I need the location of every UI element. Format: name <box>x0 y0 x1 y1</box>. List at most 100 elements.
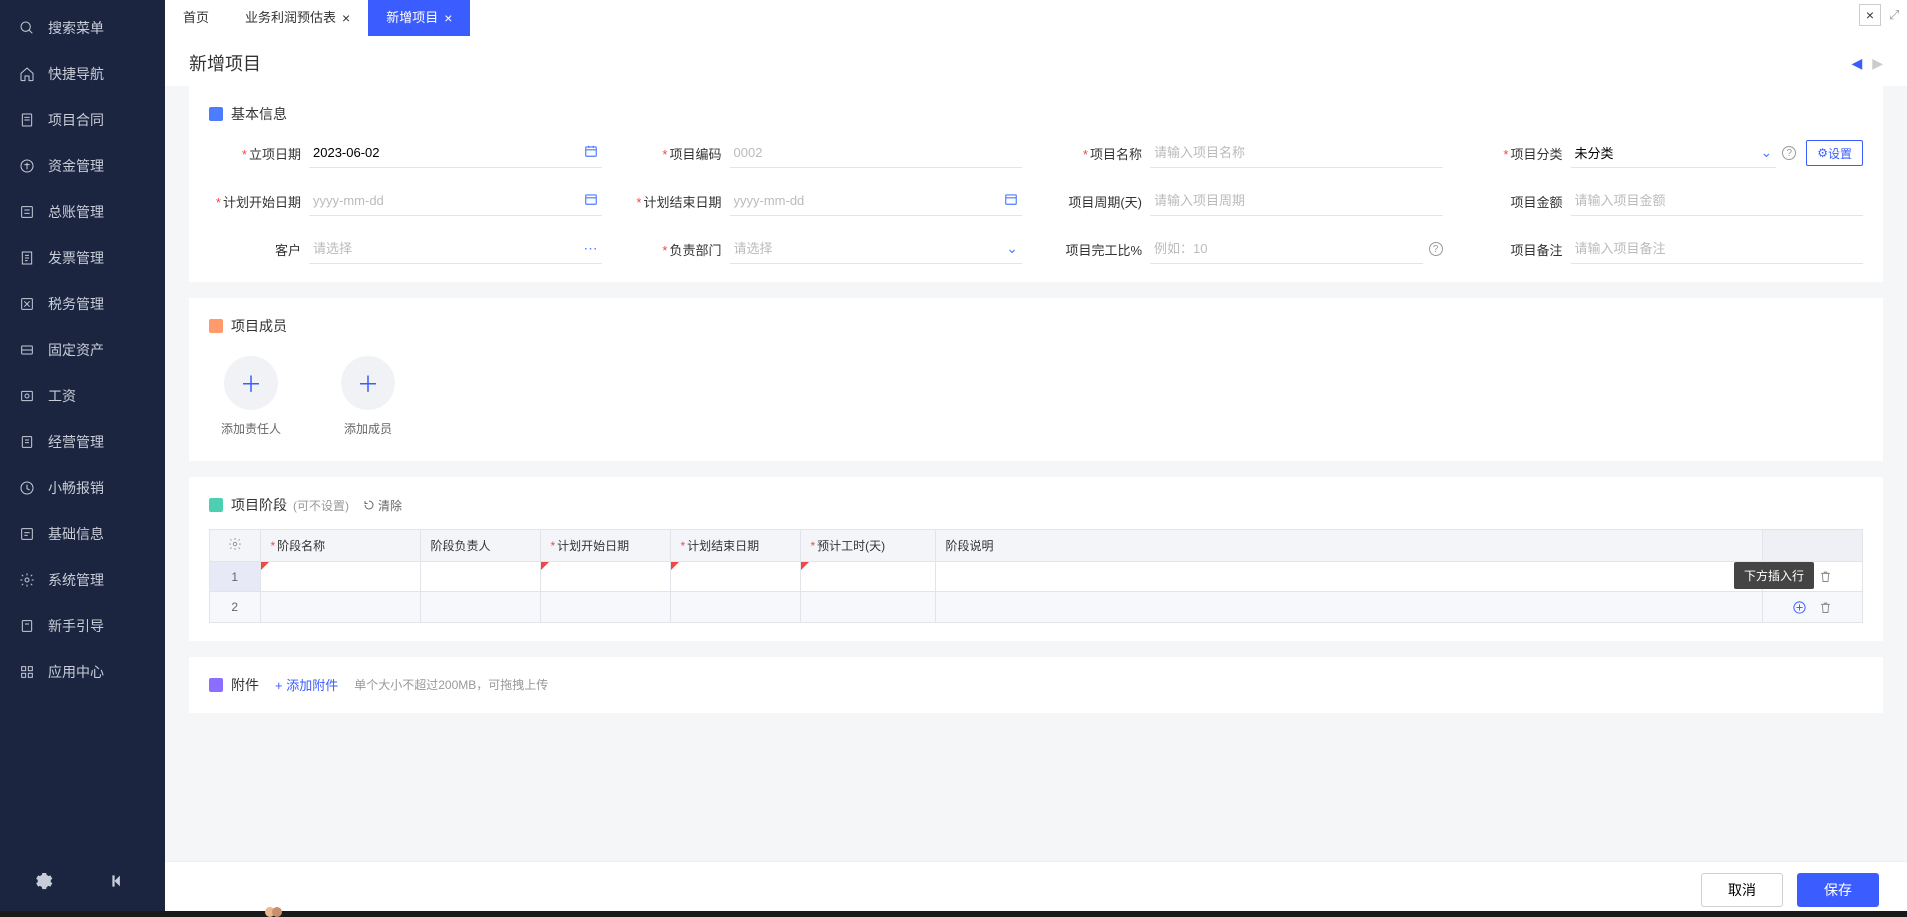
sidebar-item-label: 税务管理 <box>48 294 104 314</box>
sidebar-item-label: 发票管理 <box>48 248 104 268</box>
calendar-icon[interactable] <box>580 192 602 209</box>
save-button[interactable]: 保存 <box>1797 873 1879 907</box>
expense-icon <box>18 479 36 497</box>
amount-input[interactable] <box>1571 186 1864 216</box>
clear-button[interactable]: 清除 <box>363 497 402 514</box>
sidebar-search[interactable]: 搜索菜单 <box>0 5 165 51</box>
section-icon <box>209 107 223 121</box>
add-attachment-button[interactable]: + 添加附件 <box>275 675 338 694</box>
footer: 取消 保存 <box>165 861 1907 917</box>
sidebar-item-label: 经营管理 <box>48 432 104 452</box>
add-member-button[interactable]: ＋ 添加成员 <box>341 356 395 437</box>
sidebar-item-label: 工资 <box>48 386 76 406</box>
sidebar-guide[interactable]: 新手引导 <box>0 603 165 649</box>
sidebar-item-label: 资金管理 <box>48 156 104 176</box>
sidebar: 搜索菜单 快捷导航 项目合同 资金管理 总账管理 发票管理 <box>0 0 165 917</box>
tab-new-project[interactable]: 新增项目× <box>368 0 470 36</box>
chevron-down-icon[interactable]: ⌄ <box>1002 240 1022 257</box>
sidebar-basicinfo[interactable]: 基础信息 <box>0 511 165 557</box>
help-icon[interactable]: ? <box>1782 146 1796 160</box>
project-code-input[interactable] <box>730 138 1023 168</box>
section-hint: (可不设置) <box>293 497 349 514</box>
sidebar-salary[interactable]: 工资 <box>0 373 165 419</box>
cancel-button[interactable]: 取消 <box>1701 873 1783 907</box>
section-title: 项目成员 <box>231 316 287 336</box>
sidebar-item-label: 搜索菜单 <box>48 18 104 38</box>
section-title: 基本信息 <box>231 104 287 124</box>
department-select[interactable] <box>730 241 1003 256</box>
sidebar-tax[interactable]: 税务管理 <box>0 281 165 327</box>
sidebar-expense[interactable]: 小畅报销 <box>0 465 165 511</box>
calendar-icon[interactable] <box>580 144 602 161</box>
sidebar-item-label: 系统管理 <box>48 570 104 590</box>
sidebar-funds[interactable]: 资金管理 <box>0 143 165 189</box>
salary-icon <box>18 387 36 405</box>
plus-icon: ＋ <box>357 367 379 399</box>
sidebar-item-label: 项目合同 <box>48 110 104 130</box>
more-icon[interactable]: ⋯ <box>580 240 602 257</box>
section-title: 项目阶段 <box>231 495 287 515</box>
guide-icon <box>18 617 36 635</box>
customer-select[interactable] <box>309 241 580 256</box>
sidebar-operation[interactable]: 经营管理 <box>0 419 165 465</box>
home-icon <box>18 65 36 83</box>
plus-icon: ＋ <box>240 367 262 399</box>
help-icon[interactable]: ? <box>1429 242 1443 256</box>
next-icon[interactable]: ▶ <box>1872 55 1883 72</box>
sidebar-system[interactable]: 系统管理 <box>0 557 165 603</box>
operation-icon <box>18 433 36 451</box>
sidebar-item-label: 小畅报销 <box>48 478 104 498</box>
project-name-input[interactable] <box>1150 138 1443 168</box>
tab-profit-estimate[interactable]: 业务利润预估表× <box>227 0 368 36</box>
taskbar <box>0 911 1907 917</box>
assets-icon <box>18 341 36 359</box>
table-settings-header[interactable] <box>210 530 260 562</box>
table-row[interactable]: 2 <box>210 592 1862 622</box>
section-icon <box>209 319 223 333</box>
window-close-icon[interactable]: × <box>1859 4 1881 26</box>
plan-start-input[interactable] <box>309 193 580 208</box>
sidebar-appcenter[interactable]: 应用中心 <box>0 649 165 695</box>
page-title: 新增项目 <box>189 50 1851 76</box>
insert-row-icon[interactable] <box>1792 600 1807 615</box>
establish-date-input[interactable] <box>309 145 580 160</box>
sidebar-assets[interactable]: 固定资产 <box>0 327 165 373</box>
chevron-down-icon[interactable]: ⌄ <box>1756 144 1776 161</box>
phase-table: *阶段名称 阶段负责人 *计划开始日期 *计划结束日期 *预计工时(天) 阶段说… <box>210 530 1862 622</box>
category-settings-button[interactable]: ⚙ 设置 <box>1806 140 1863 166</box>
table-row[interactable]: 1 <box>210 562 1862 592</box>
attachment-hint: 单个大小不超过200MB，可拖拽上传 <box>354 676 548 693</box>
delete-row-icon[interactable] <box>1818 569 1833 584</box>
gear-icon <box>18 571 36 589</box>
sidebar-item-label: 新手引导 <box>48 616 104 636</box>
sidebar-invoice[interactable]: 发票管理 <box>0 235 165 281</box>
prev-icon[interactable]: ◀ <box>1851 55 1862 72</box>
add-owner-button[interactable]: ＋ 添加责任人 <box>221 356 281 437</box>
close-icon[interactable]: × <box>342 0 350 36</box>
tab-bar: 首页 业务利润预估表× 新增项目× × ⤢ <box>165 0 1907 36</box>
tab-home[interactable]: 首页 <box>165 0 227 36</box>
collapse-icon[interactable] <box>109 872 129 892</box>
invoice-icon <box>18 249 36 267</box>
sidebar-ledger[interactable]: 总账管理 <box>0 189 165 235</box>
info-icon <box>18 525 36 543</box>
sidebar-item-label: 应用中心 <box>48 662 104 682</box>
sidebar-item-label: 总账管理 <box>48 202 104 222</box>
settings-icon[interactable] <box>36 872 56 892</box>
sidebar-item-label: 快捷导航 <box>48 64 104 84</box>
calendar-icon[interactable] <box>1000 192 1022 209</box>
sidebar-quicknav[interactable]: 快捷导航 <box>0 51 165 97</box>
remark-input[interactable] <box>1571 234 1864 264</box>
sidebar-item-label: 基础信息 <box>48 524 104 544</box>
project-category-select[interactable] <box>1571 145 1757 160</box>
delete-row-icon[interactable] <box>1818 600 1833 615</box>
cycle-input[interactable] <box>1150 186 1443 216</box>
expand-icon[interactable]: ⤢ <box>1889 7 1899 23</box>
sidebar-contract[interactable]: 项目合同 <box>0 97 165 143</box>
completion-input[interactable] <box>1150 241 1423 256</box>
close-icon[interactable]: × <box>444 0 452 36</box>
apps-icon <box>18 663 36 681</box>
plan-end-input[interactable] <box>730 193 1001 208</box>
funds-icon <box>18 157 36 175</box>
tooltip: 下方插入行 <box>1734 562 1814 589</box>
